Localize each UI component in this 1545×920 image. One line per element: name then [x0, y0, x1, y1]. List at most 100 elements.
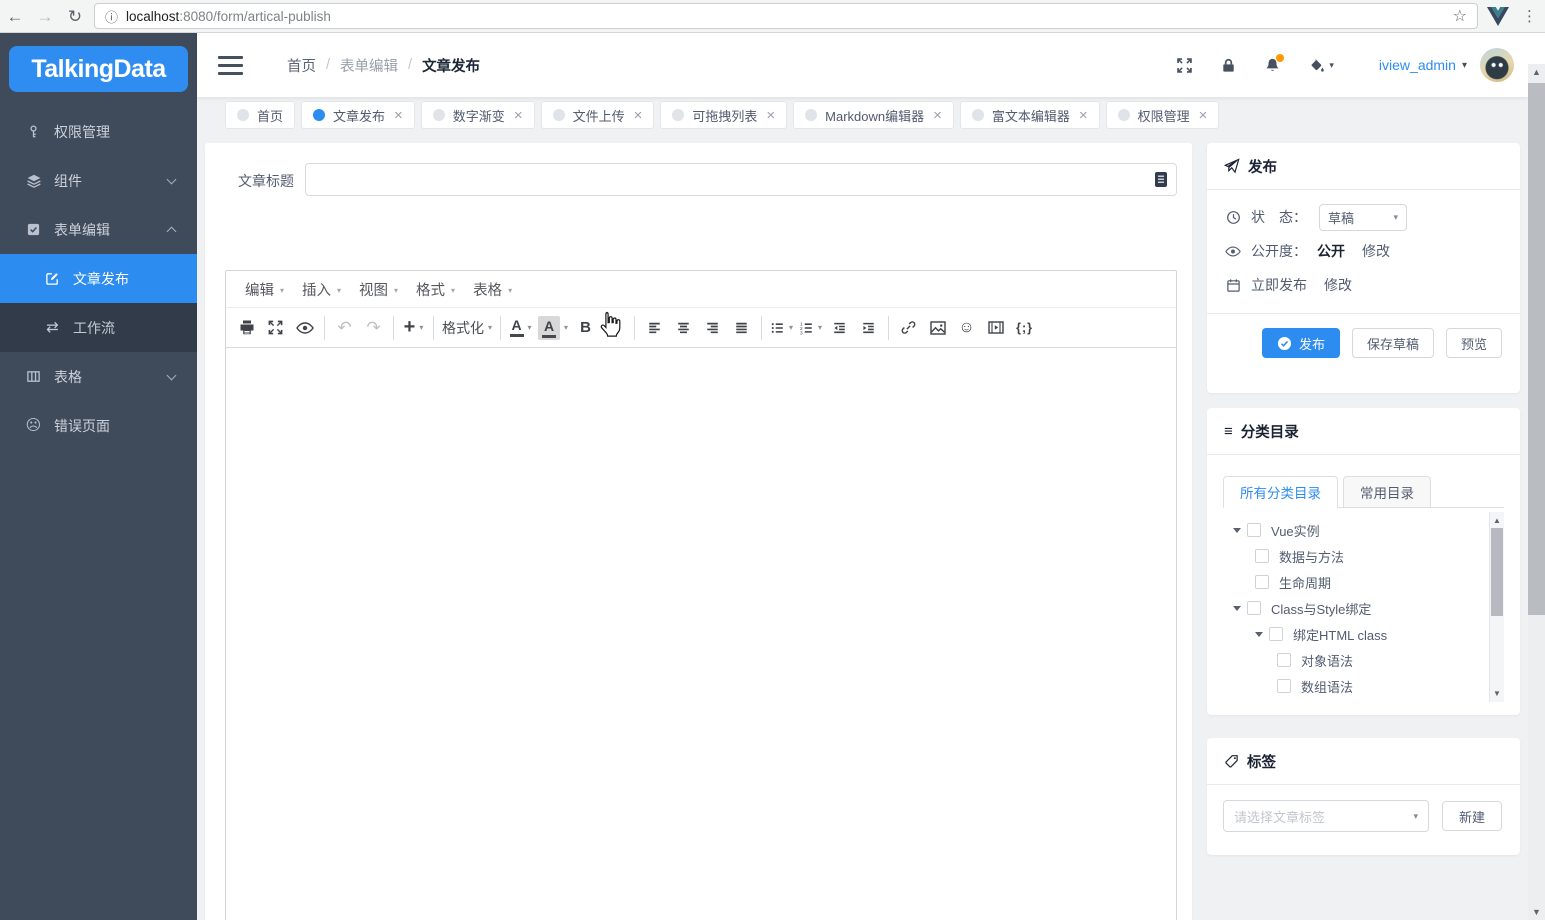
- text-color-button[interactable]: A ▾: [506, 314, 535, 342]
- avatar[interactable]: [1480, 48, 1514, 82]
- lock-icon[interactable]: [1220, 57, 1237, 74]
- align-center-button[interactable]: [669, 314, 698, 342]
- sidebar-item-workflow[interactable]: ⇄ 工作流: [0, 303, 197, 352]
- sidebar-item-permission[interactable]: 权限管理: [0, 107, 197, 156]
- fullscreen-icon[interactable]: [1176, 57, 1193, 74]
- checkbox[interactable]: [1277, 679, 1291, 693]
- breadcrumb-form-edit[interactable]: 表单编辑: [340, 55, 398, 76]
- menu-insert[interactable]: 插入 ▾: [293, 271, 350, 307]
- close-icon[interactable]: ×: [1199, 108, 1208, 123]
- tree-caret-icon[interactable]: [1233, 527, 1241, 533]
- tab-article-publish[interactable]: 文章发布 ×: [301, 101, 415, 129]
- publish-button[interactable]: 发布: [1261, 328, 1340, 358]
- checkbox[interactable]: [1247, 523, 1261, 537]
- preview-button[interactable]: 预览: [1445, 328, 1502, 358]
- sidebar-item-article-publish[interactable]: 文章发布: [0, 254, 197, 303]
- notification-bell-icon[interactable]: [1264, 53, 1285, 74]
- insert-button[interactable]: + ▾: [399, 314, 428, 342]
- document-icon[interactable]: [1155, 172, 1167, 187]
- redo-button[interactable]: ↷: [359, 314, 388, 342]
- tab-count-to[interactable]: 数字渐变 ×: [420, 101, 535, 129]
- tab-drag-list[interactable]: 可拖拽列表 ×: [660, 101, 788, 129]
- close-icon[interactable]: ×: [514, 108, 523, 123]
- checkbox[interactable]: [1255, 549, 1269, 563]
- tag-select[interactable]: 请选择文章标签 ▾: [1223, 800, 1429, 832]
- tree-node[interactable]: Class与Style绑定: [1223, 595, 1504, 621]
- modify-schedule-link[interactable]: 修改: [1324, 275, 1352, 295]
- bullet-list-button[interactable]: ▾: [767, 314, 796, 342]
- checkbox[interactable]: [1255, 575, 1269, 589]
- page-info-icon[interactable]: ⓘ: [105, 7, 118, 26]
- browser-menu-icon[interactable]: ⋮: [1522, 7, 1537, 25]
- tab-common-categories[interactable]: 常用目录: [1343, 476, 1431, 508]
- tree-node[interactable]: 对象语法: [1223, 647, 1504, 673]
- tree-node[interactable]: 数组语法: [1223, 673, 1504, 699]
- vue-devtools-icon[interactable]: [1487, 6, 1509, 26]
- outdent-button[interactable]: [825, 314, 854, 342]
- align-left-button[interactable]: [640, 314, 669, 342]
- tab-all-categories[interactable]: 所有分类目录: [1223, 476, 1338, 508]
- close-icon[interactable]: ×: [394, 108, 403, 123]
- scroll-up-icon[interactable]: ▲: [1490, 516, 1504, 525]
- tab-markdown-editor[interactable]: Markdown编辑器 ×: [793, 101, 954, 129]
- scrollbar-thumb[interactable]: [1491, 528, 1503, 616]
- tab-rich-text-editor[interactable]: 富文本编辑器 ×: [959, 101, 1100, 129]
- background-color-button[interactable]: A ▾: [535, 314, 571, 342]
- insert-image-button[interactable]: [923, 314, 952, 342]
- fullscreen-button[interactable]: [261, 314, 290, 342]
- tree-caret-icon[interactable]: [1255, 631, 1263, 637]
- close-icon[interactable]: ×: [1079, 108, 1088, 123]
- scroll-up-icon[interactable]: ▲: [1528, 67, 1545, 77]
- scroll-down-icon[interactable]: ▼: [1490, 689, 1504, 698]
- sidebar-item-form-edit[interactable]: 表单编辑: [0, 205, 197, 254]
- status-select[interactable]: 草稿 ▾: [1319, 203, 1407, 231]
- scrollbar-thumb[interactable]: [1528, 83, 1545, 615]
- bold-button[interactable]: B: [571, 314, 600, 342]
- menu-view[interactable]: 视图 ▾: [350, 271, 407, 307]
- browser-back-icon[interactable]: ←: [0, 8, 30, 25]
- user-menu[interactable]: iview_admin ▾: [1379, 57, 1467, 73]
- checkbox[interactable]: [1247, 601, 1261, 615]
- page-scrollbar[interactable]: ▲ ▼: [1528, 33, 1545, 920]
- address-bar[interactable]: ⓘ localhost:8080/form/artical-publish ☆: [94, 3, 1478, 29]
- align-right-button[interactable]: [698, 314, 727, 342]
- print-button[interactable]: [232, 314, 261, 342]
- tree-scrollbar[interactable]: ▲ ▼: [1489, 512, 1504, 702]
- close-icon[interactable]: ×: [634, 108, 643, 123]
- new-tag-button[interactable]: 新建: [1442, 801, 1502, 831]
- menu-format[interactable]: 格式 ▾: [407, 271, 464, 307]
- sidebar-item-components[interactable]: 组件: [0, 156, 197, 205]
- close-icon[interactable]: ×: [766, 108, 775, 123]
- sidebar-item-error-pages[interactable]: ☹ 错误页面: [0, 401, 197, 450]
- editor-content-area[interactable]: [226, 348, 1176, 920]
- browser-forward-icon[interactable]: →: [30, 8, 60, 25]
- menu-edit[interactable]: 编辑 ▾: [236, 271, 293, 307]
- italic-button[interactable]: I: [600, 314, 629, 342]
- emoticon-button[interactable]: ☺: [952, 314, 981, 342]
- indent-button[interactable]: [854, 314, 883, 342]
- align-justify-button[interactable]: [727, 314, 756, 342]
- collapse-menu-button[interactable]: [218, 55, 243, 75]
- tab-permission[interactable]: 权限管理 ×: [1105, 101, 1220, 129]
- article-title-input[interactable]: [315, 171, 1155, 188]
- link-button[interactable]: [894, 314, 923, 342]
- tree-node[interactable]: 数据与方法: [1223, 543, 1504, 569]
- tab-file-upload[interactable]: 文件上传 ×: [540, 101, 655, 129]
- preview-button[interactable]: [290, 314, 319, 342]
- tree-node[interactable]: 生命周期: [1223, 569, 1504, 595]
- browser-reload-icon[interactable]: ↻: [60, 8, 90, 25]
- theme-switcher[interactable]: ▾: [1308, 57, 1334, 74]
- modify-visibility-link[interactable]: 修改: [1362, 241, 1390, 261]
- scroll-down-icon[interactable]: ▼: [1528, 907, 1545, 917]
- tree-node[interactable]: 绑定HTML class: [1223, 621, 1504, 647]
- article-title-field[interactable]: [305, 163, 1177, 196]
- tree-node[interactable]: Vue实例: [1223, 517, 1504, 543]
- numbered-list-button[interactable]: 1 2 3 ▾: [796, 314, 825, 342]
- bookmark-star-icon[interactable]: ☆: [1453, 6, 1467, 26]
- menu-table[interactable]: 表格 ▾: [464, 271, 521, 307]
- breadcrumb-home[interactable]: 首页: [287, 55, 316, 76]
- tree-caret-icon[interactable]: [1233, 605, 1241, 611]
- checkbox[interactable]: [1269, 627, 1283, 641]
- insert-media-button[interactable]: [981, 314, 1010, 342]
- undo-button[interactable]: ↶: [330, 314, 359, 342]
